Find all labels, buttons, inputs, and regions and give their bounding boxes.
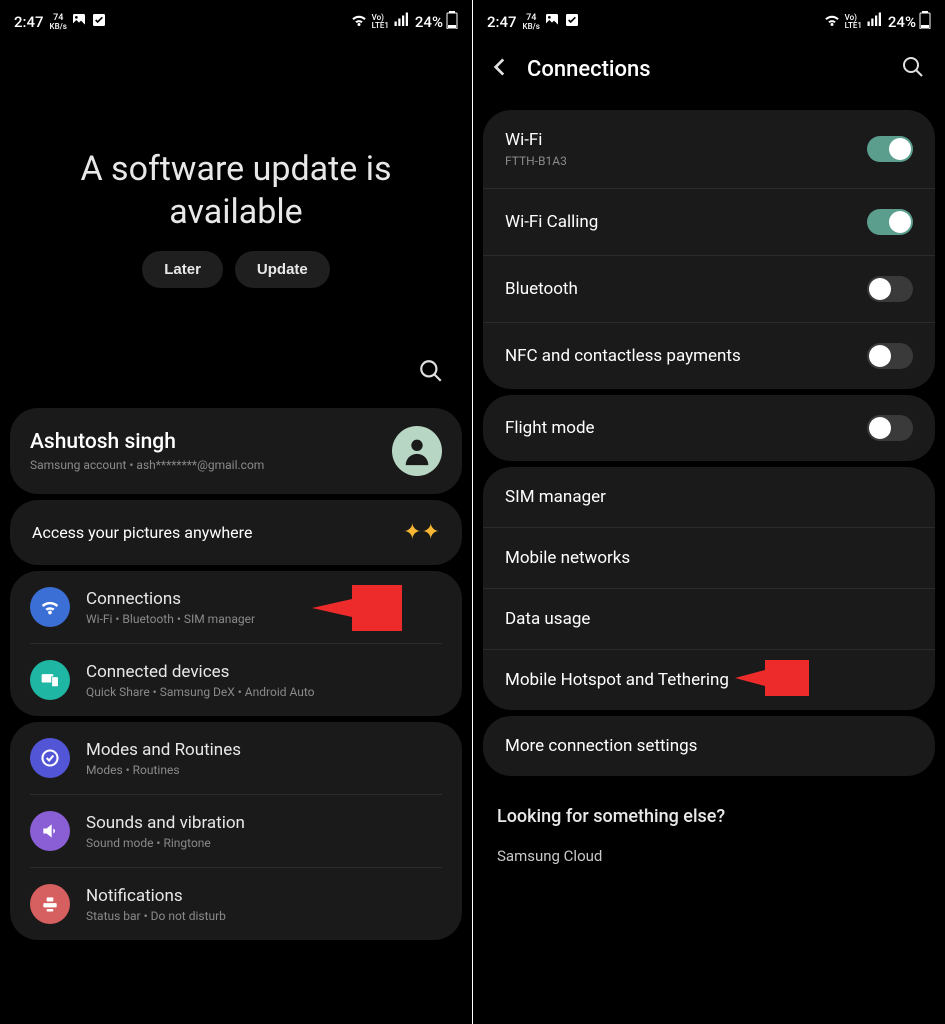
else-heading: Looking for something else? <box>473 782 945 837</box>
account-name: Ashutosh singh <box>30 430 264 454</box>
update-title-line2: available <box>20 191 452 234</box>
modes-title: Modes and Routines <box>86 740 442 760</box>
else-section: Looking for something else? Samsung Clou… <box>473 782 945 865</box>
battery-percent: 24% <box>888 13 916 31</box>
battery-percent: 24% <box>415 13 443 31</box>
checkbox-icon <box>91 12 107 32</box>
search-icon[interactable] <box>901 55 925 83</box>
connections-sub: Wi-Fi • Bluetooth • SIM manager <box>86 612 442 626</box>
row-notifications[interactable]: Notifications Status bar • Do not distur… <box>30 867 442 940</box>
signal-icon <box>393 11 411 33</box>
avatar[interactable] <box>392 426 442 476</box>
back-icon[interactable] <box>487 54 513 84</box>
row-sim-manager[interactable]: SIM manager <box>483 467 935 527</box>
notif-sub: Status bar • Do not disturb <box>86 909 442 923</box>
notif-title: Notifications <box>86 886 442 906</box>
row-mobile-hotspot[interactable]: Mobile Hotspot and Tethering <box>483 649 935 710</box>
header-bar: Connections <box>473 38 945 104</box>
connections-title: Connections <box>86 589 442 609</box>
status-bar: 2:47 74 KB/s Vo)LTE1 24% <box>473 0 945 38</box>
battery-icon <box>446 11 458 33</box>
image-icon <box>71 12 87 32</box>
row-nfc[interactable]: NFC and contactless payments <box>483 322 935 389</box>
account-sub: Samsung account • ash********@gmail.com <box>30 458 264 472</box>
row-connections[interactable]: Connections Wi-Fi • Bluetooth • SIM mana… <box>10 571 462 643</box>
status-bar: 2:47 74 KB/s Vo)LTE1 24% <box>0 0 472 38</box>
wifi-label: Wi-Fi <box>505 130 567 150</box>
bluetooth-label: Bluetooth <box>505 279 578 299</box>
sound-icon <box>30 811 70 851</box>
connections-screen: 2:47 74 KB/s Vo)LTE1 24% <box>473 0 945 1024</box>
wifi-icon <box>823 11 841 33</box>
settings-group-1: Connections Wi-Fi • Bluetooth • SIM mana… <box>10 571 462 716</box>
update-button[interactable]: Update <box>235 251 330 288</box>
devices-icon <box>30 660 70 700</box>
nfc-label: NFC and contactless payments <box>505 346 741 366</box>
nfc-toggle[interactable] <box>867 343 913 369</box>
sparkle-icon: ✦✦ <box>403 520 440 545</box>
checkbox-icon <box>564 12 580 32</box>
sounds-title: Sounds and vibration <box>86 813 442 833</box>
wifi-icon <box>350 11 368 33</box>
network-speed: 74 KB/s <box>523 14 540 31</box>
volte-icon: Vo)LTE1 <box>372 14 389 30</box>
wifi-ssid: FTTH-B1A3 <box>505 154 567 168</box>
modes-sub: Modes • Routines <box>86 763 442 777</box>
update-title-line1: A software update is <box>20 148 452 191</box>
row-flight-mode[interactable]: Flight mode <box>483 395 935 461</box>
notification-icon <box>30 884 70 924</box>
clock: 2:47 <box>487 13 517 31</box>
battery-icon <box>919 11 931 33</box>
row-bluetooth[interactable]: Bluetooth <box>483 255 935 322</box>
red-arrow-annotation <box>735 660 809 696</box>
settings-group-2: Modes and Routines Modes • Routines Soun… <box>10 722 462 940</box>
mobile-networks-label: Mobile networks <box>505 548 630 568</box>
row-more-settings[interactable]: More connection settings <box>483 716 935 776</box>
row-data-usage[interactable]: Data usage <box>483 588 935 649</box>
hotspot-label: Mobile Hotspot and Tethering <box>505 670 729 690</box>
conn-group-more: More connection settings <box>483 716 935 776</box>
conn-group-flight: Flight mode <box>483 395 935 461</box>
network-speed: 74 KB/s <box>50 14 67 31</box>
flight-label: Flight mode <box>505 418 595 438</box>
wifi-circle-icon <box>30 587 70 627</box>
row-connected-devices[interactable]: Connected devices Quick Share • Samsung … <box>30 643 442 716</box>
row-mobile-networks[interactable]: Mobile networks <box>483 527 935 588</box>
account-card[interactable]: Ashutosh singh Samsung account • ash****… <box>10 408 462 494</box>
connected-title: Connected devices <box>86 662 442 682</box>
row-wifi[interactable]: Wi-Fi FTTH-B1A3 <box>483 110 935 188</box>
later-button[interactable]: Later <box>142 251 223 288</box>
wifi-toggle[interactable] <box>867 136 913 162</box>
promo-text: Access your pictures anywhere <box>32 523 252 542</box>
bluetooth-toggle[interactable] <box>867 276 913 302</box>
row-wifi-calling[interactable]: Wi-Fi Calling <box>483 188 935 255</box>
more-settings-label: More connection settings <box>505 736 697 756</box>
sim-label: SIM manager <box>505 487 606 507</box>
sounds-sub: Sound mode • Ringtone <box>86 836 442 850</box>
signal-icon <box>866 11 884 33</box>
flight-toggle[interactable] <box>867 415 913 441</box>
settings-main-screen: 2:47 74 KB/s Vo)LTE1 24% <box>0 0 472 1024</box>
row-sounds[interactable]: Sounds and vibration Sound mode • Ringto… <box>30 794 442 867</box>
promo-card[interactable]: Access your pictures anywhere ✦✦ <box>10 500 462 565</box>
wifi-calling-toggle[interactable] <box>867 209 913 235</box>
wifi-calling-label: Wi-Fi Calling <box>505 212 598 232</box>
clock: 2:47 <box>14 13 44 31</box>
else-item-cloud[interactable]: Samsung Cloud <box>473 837 945 865</box>
software-update-banner: A software update is available Later Upd… <box>0 38 472 308</box>
volte-icon: Vo)LTE1 <box>845 14 862 30</box>
search-icon[interactable] <box>418 358 444 388</box>
data-usage-label: Data usage <box>505 609 590 629</box>
modes-icon <box>30 738 70 778</box>
connected-sub: Quick Share • Samsung DeX • Android Auto <box>86 685 442 699</box>
conn-group-3: SIM manager Mobile networks Data usage M… <box>483 467 935 710</box>
conn-group-1: Wi-Fi FTTH-B1A3 Wi-Fi Calling Bluetooth … <box>483 110 935 389</box>
row-modes[interactable]: Modes and Routines Modes • Routines <box>10 722 462 794</box>
image-icon <box>544 12 560 32</box>
page-title: Connections <box>527 57 887 82</box>
